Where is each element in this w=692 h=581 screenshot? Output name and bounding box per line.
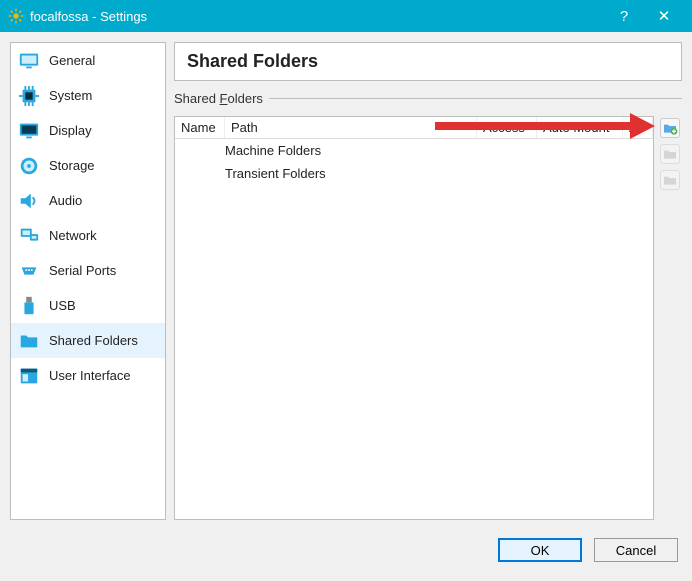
- chip-icon: [17, 84, 41, 108]
- col-at[interactable]: At: [623, 117, 653, 138]
- sidebar-item-label: User Interface: [49, 368, 131, 383]
- divider: [269, 98, 682, 99]
- remove-shared-folder-button: [660, 170, 680, 190]
- sidebar-item-general[interactable]: General: [11, 43, 165, 78]
- help-button[interactable]: ?: [604, 8, 644, 25]
- sidebar-item-shared-folders[interactable]: Shared Folders: [11, 323, 165, 358]
- col-name[interactable]: Name: [175, 117, 225, 138]
- network-icon: [17, 224, 41, 248]
- gear-icon: [8, 8, 24, 24]
- window-titlebar: focalfossa - Settings ? ✕: [0, 0, 692, 32]
- cancel-button[interactable]: Cancel: [594, 538, 678, 562]
- folder-action-toolbar: [660, 116, 682, 520]
- serial-port-icon: [17, 259, 41, 283]
- sidebar-item-usb[interactable]: USB: [11, 288, 165, 323]
- edit-shared-folder-button: [660, 144, 680, 164]
- shared-folders-group-label: Shared Folders: [174, 91, 682, 106]
- sidebar-item-audio[interactable]: Audio: [11, 183, 165, 218]
- sidebar-item-storage[interactable]: Storage: [11, 148, 165, 183]
- sidebar-item-label: Storage: [49, 158, 95, 173]
- sidebar-item-user-interface[interactable]: User Interface: [11, 358, 165, 393]
- sidebar-item-label: Serial Ports: [49, 263, 116, 278]
- sidebar-item-serial-ports[interactable]: Serial Ports: [11, 253, 165, 288]
- tree-category-machine-folders[interactable]: Machine Folders: [175, 139, 653, 162]
- audio-icon: [17, 189, 41, 213]
- panel-title: Shared Folders: [174, 42, 682, 81]
- display-icon: [17, 119, 41, 143]
- shared-folders-table[interactable]: Name Path Access Auto Mount At Machine F…: [174, 116, 654, 520]
- sidebar-item-display[interactable]: Display: [11, 113, 165, 148]
- sidebar-item-label: System: [49, 88, 92, 103]
- tree-category-transient-folders[interactable]: Transient Folders: [175, 162, 653, 185]
- table-header: Name Path Access Auto Mount At: [175, 117, 653, 139]
- close-button[interactable]: ✕: [644, 7, 684, 25]
- sidebar-item-label: Audio: [49, 193, 82, 208]
- col-path[interactable]: Path: [225, 117, 477, 138]
- disk-icon: [17, 154, 41, 178]
- dialog-footer: OK Cancel: [0, 530, 692, 570]
- folder-icon: [17, 329, 41, 353]
- settings-sidebar: General System Display Storage Audio: [10, 42, 166, 520]
- sidebar-item-label: USB: [49, 298, 76, 313]
- sidebar-item-label: Display: [49, 123, 92, 138]
- sidebar-item-label: Shared Folders: [49, 333, 138, 348]
- sidebar-item-label: Network: [49, 228, 97, 243]
- add-shared-folder-button[interactable]: [660, 118, 680, 138]
- sidebar-item-network[interactable]: Network: [11, 218, 165, 253]
- usb-icon: [17, 294, 41, 318]
- sidebar-item-system[interactable]: System: [11, 78, 165, 113]
- col-automount[interactable]: Auto Mount: [537, 117, 623, 138]
- ui-icon: [17, 364, 41, 388]
- monitor-icon: [17, 49, 41, 73]
- ok-button[interactable]: OK: [498, 538, 582, 562]
- col-access[interactable]: Access: [477, 117, 537, 138]
- main-panel: Shared Folders Shared Folders Name Path …: [174, 42, 682, 520]
- sidebar-item-label: General: [49, 53, 95, 68]
- window-title: focalfossa - Settings: [30, 9, 604, 24]
